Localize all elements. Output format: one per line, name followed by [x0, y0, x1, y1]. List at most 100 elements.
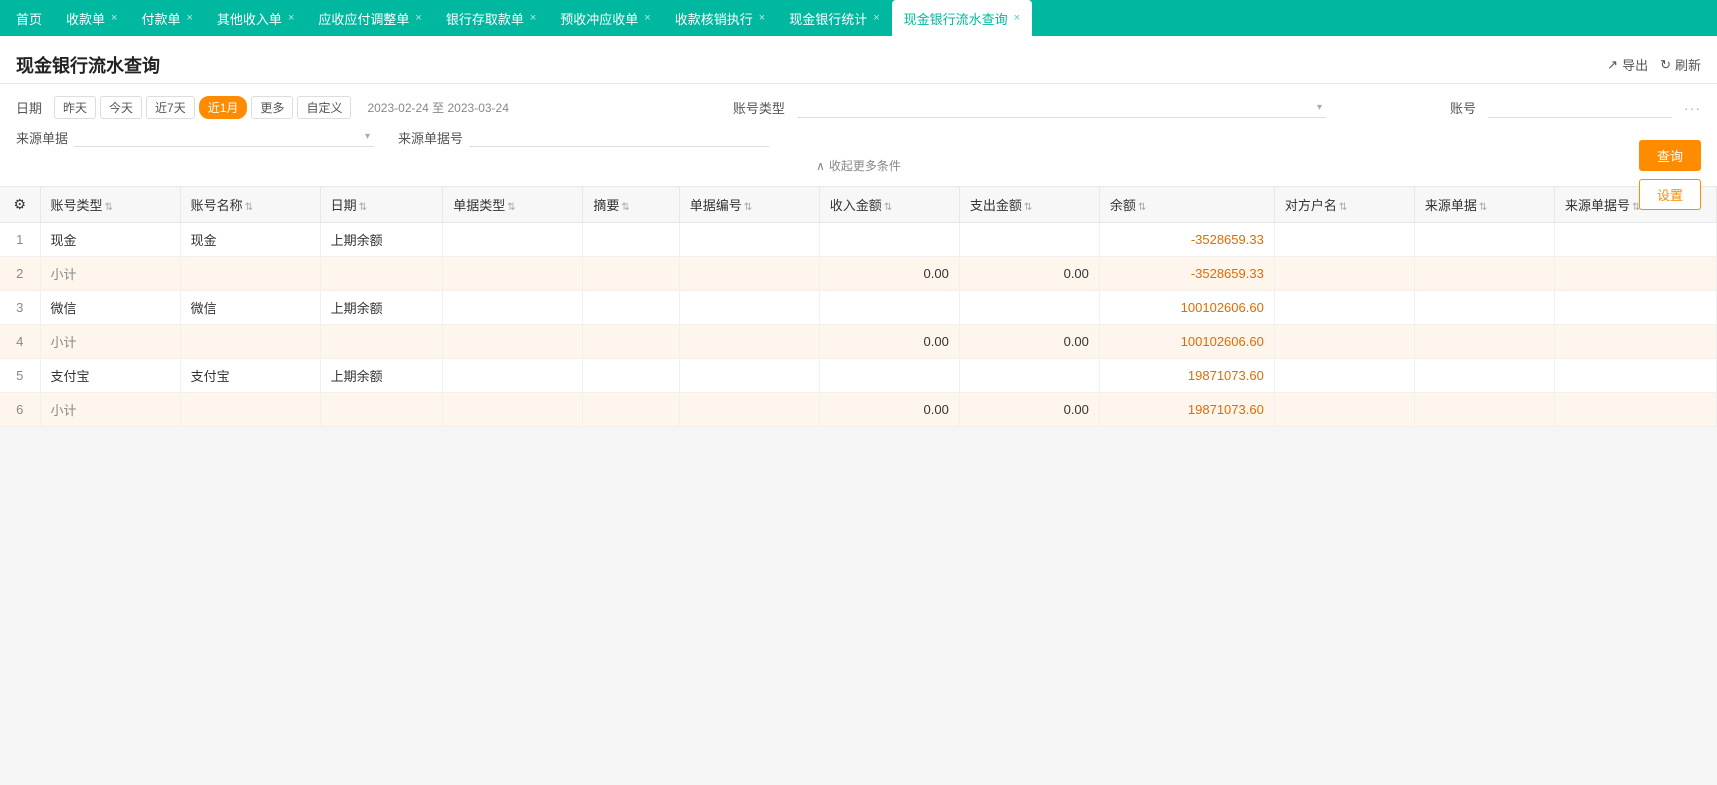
date-btn-今天[interactable]: 今天: [100, 96, 142, 119]
cell-summary: [583, 325, 679, 359]
col-income[interactable]: 收入金额⇅: [819, 187, 959, 223]
nav-item-现金银行统计[interactable]: 现金银行统计×: [777, 0, 891, 36]
cell-doc-no: [679, 291, 819, 325]
cell-account-type: 小计: [40, 257, 180, 291]
cell-income: [819, 291, 959, 325]
col-account-type[interactable]: 账号类型⇅: [40, 187, 180, 223]
source-doc-group: 来源单据 ▾: [16, 127, 374, 147]
col-settings[interactable]: ⚙: [0, 187, 40, 223]
export-button[interactable]: ↗ 导出: [1607, 55, 1648, 74]
cell-date: 上期余额: [320, 223, 443, 257]
date-range: 2023-02-24 至 2023-03-24: [367, 99, 508, 116]
nav-item-收款单[interactable]: 收款单×: [54, 0, 129, 36]
header-actions: ↗ 导出 ↻ 刷新: [1607, 55, 1701, 74]
nav-close-icon[interactable]: ×: [530, 12, 536, 24]
cell-source-doc-no: [1554, 393, 1716, 427]
cell-expense: [959, 359, 1099, 393]
cell-index: 5: [0, 359, 40, 393]
nav-close-icon[interactable]: ×: [111, 12, 117, 24]
cell-doc-no: [679, 223, 819, 257]
table-row: 1现金现金上期余额-3528659.33: [0, 223, 1717, 257]
nav-close-icon[interactable]: ×: [759, 12, 765, 24]
date-btn-近1月[interactable]: 近1月: [199, 96, 248, 119]
nav-item-其他收入单[interactable]: 其他收入单×: [205, 0, 306, 36]
source-doc-no-input[interactable]: [469, 127, 769, 147]
col-source-doc[interactable]: 来源单据⇅: [1414, 187, 1554, 223]
table-row: 5支付宝支付宝上期余额19871073.60: [0, 359, 1717, 393]
nav-item-应收应付调整单[interactable]: 应收应付调整单×: [306, 0, 433, 36]
gear-icon: ⚙: [13, 196, 26, 212]
cell-index: 6: [0, 393, 40, 427]
col-balance[interactable]: 余额⇅: [1099, 187, 1274, 223]
nav-close-icon[interactable]: ×: [288, 12, 294, 24]
source-doc-input[interactable]: [78, 129, 350, 144]
nav-item-银行存取款单[interactable]: 银行存取款单×: [434, 0, 548, 36]
nav-item-预收冲应收单[interactable]: 预收冲应收单×: [548, 0, 662, 36]
cell-counterpart: [1274, 223, 1414, 257]
nav-item-收款核销执行[interactable]: 收款核销执行×: [663, 0, 777, 36]
cell-source-doc: [1414, 325, 1554, 359]
col-account-name[interactable]: 账号名称⇅: [180, 187, 320, 223]
cell-account-name: 支付宝: [180, 359, 320, 393]
collapse-up-icon: ∧: [816, 159, 825, 173]
account-type-select[interactable]: ▾: [797, 98, 1326, 118]
cell-source-doc: [1414, 223, 1554, 257]
cell-summary: [583, 257, 679, 291]
cell-doc-type: [443, 291, 583, 325]
query-button[interactable]: 查询: [1639, 140, 1701, 171]
collapse-button[interactable]: ∧ 收起更多条件: [816, 157, 901, 174]
nav-item-现金银行流水查询[interactable]: 现金银行流水查询×: [892, 0, 1032, 36]
account-input[interactable]: [1488, 98, 1672, 118]
date-btn-自定义[interactable]: 自定义: [297, 96, 351, 119]
cell-account-type: 小计: [40, 325, 180, 359]
refresh-button[interactable]: ↻ 刷新: [1660, 55, 1701, 74]
cell-account-name: [180, 393, 320, 427]
table-row: 3微信微信上期余额100102606.60: [0, 291, 1717, 325]
cell-doc-type: [443, 325, 583, 359]
col-expense[interactable]: 支出金额⇅: [959, 187, 1099, 223]
setting-button[interactable]: 设置: [1639, 179, 1701, 210]
col-doc-type[interactable]: 单据类型⇅: [443, 187, 583, 223]
cell-doc-no: [679, 359, 819, 393]
cell-account-type: 小计: [40, 393, 180, 427]
cell-index: 3: [0, 291, 40, 325]
cell-expense: 0.00: [959, 257, 1099, 291]
cell-source-doc: [1414, 393, 1554, 427]
cell-summary: [583, 359, 679, 393]
filter-row-2: 来源单据 ▾ 来源单据号: [16, 127, 1701, 147]
cell-date: [320, 257, 443, 291]
cell-doc-type: [443, 359, 583, 393]
cell-source-doc: [1414, 359, 1554, 393]
cell-date: 上期余额: [320, 359, 443, 393]
source-doc-dropdown-icon: ▾: [365, 131, 370, 142]
nav-item-首页[interactable]: 首页: [4, 0, 54, 36]
nav-close-icon[interactable]: ×: [644, 12, 650, 24]
cell-source-doc: [1414, 257, 1554, 291]
date-btn-更多[interactable]: 更多: [251, 96, 293, 119]
collapse-conditions-row: ∧ 收起更多条件: [16, 153, 1701, 178]
cell-account-name: [180, 257, 320, 291]
col-counterpart[interactable]: 对方户名⇅: [1274, 187, 1414, 223]
col-summary[interactable]: 摘要⇅: [583, 187, 679, 223]
filter-row-1: 日期 昨天今天近7天近1月更多自定义 2023-02-24 至 2023-03-…: [16, 96, 1701, 119]
nav-close-icon[interactable]: ×: [873, 12, 879, 24]
date-btn-近7天[interactable]: 近7天: [146, 96, 195, 119]
nav-close-icon[interactable]: ×: [1014, 12, 1020, 24]
nav-item-付款单[interactable]: 付款单×: [129, 0, 204, 36]
date-buttons: 昨天今天近7天近1月更多自定义: [54, 96, 351, 119]
col-doc-no[interactable]: 单据编号⇅: [679, 187, 819, 223]
col-date[interactable]: 日期⇅: [320, 187, 443, 223]
cell-summary: [583, 291, 679, 325]
cell-doc-no: [679, 393, 819, 427]
nav-close-icon[interactable]: ×: [186, 12, 192, 24]
cell-balance: -3528659.33: [1099, 223, 1274, 257]
cell-date: 上期余额: [320, 291, 443, 325]
date-btn-昨天[interactable]: 昨天: [54, 96, 96, 119]
nav-close-icon[interactable]: ×: [415, 12, 421, 24]
cell-date: [320, 393, 443, 427]
account-more-icon[interactable]: ···: [1684, 100, 1701, 116]
table-body: 1现金现金上期余额-3528659.332小计0.000.00-3528659.…: [0, 223, 1717, 427]
table-row: 4小计0.000.00100102606.60: [0, 325, 1717, 359]
date-label: 日期: [16, 98, 42, 117]
cell-expense: [959, 291, 1099, 325]
